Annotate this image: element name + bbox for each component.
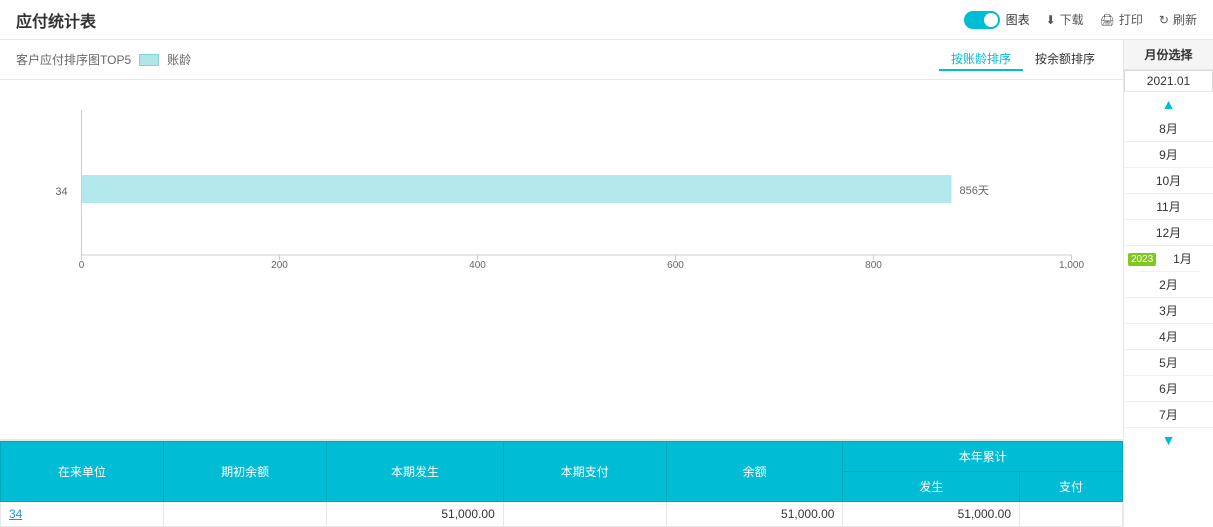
col-header-ytd: 本年累计 — [843, 442, 1123, 472]
scroll-down-arrow[interactable]: ▼ — [1124, 428, 1213, 452]
sidebar-month-7[interactable]: 7月 — [1124, 402, 1213, 428]
cell-ytd-occurrence: 51,000.00 — [843, 502, 1020, 527]
sidebar-month-10[interactable]: 10月 — [1124, 168, 1213, 194]
svg-text:200: 200 — [271, 260, 288, 271]
sidebar-month-header: 月份选择 — [1124, 40, 1213, 70]
svg-text:1,000: 1,000 — [1059, 260, 1084, 271]
sort-tabs: 按账龄排序 按余额排序 — [939, 48, 1107, 71]
header: 应付统计表 图表 ⬇ 下载 🖨 打印 ↻ 刷新 — [0, 0, 1213, 40]
svg-text:34: 34 — [55, 186, 67, 198]
year-row-2023: 2023 1月 — [1124, 246, 1213, 272]
app-container: 应付统计表 图表 ⬇ 下载 🖨 打印 ↻ 刷新 — [0, 0, 1213, 527]
sort-tab-age[interactable]: 按账龄排序 — [939, 48, 1023, 71]
download-button[interactable]: ⬇ 下载 — [1046, 11, 1084, 28]
download-icon: ⬇ — [1046, 13, 1056, 27]
sidebar-month-5[interactable]: 5月 — [1124, 350, 1213, 376]
sidebar-month-4[interactable]: 4月 — [1124, 324, 1213, 350]
col-header-opening: 期初余额 — [164, 442, 327, 502]
year-badge-2023: 2023 — [1128, 253, 1156, 266]
scroll-up-arrow[interactable]: ▲ — [1124, 92, 1213, 116]
bar-rect — [82, 175, 952, 203]
legend-text: 客户应付排序图TOP5 — [16, 51, 131, 68]
col-header-balance: 余额 — [666, 442, 843, 502]
sidebar-year-value[interactable]: 2021.01 — [1124, 70, 1213, 92]
chart-area: 客户应付排序图TOP5 账龄 按账龄排序 按余额排序 34 856天 — [0, 40, 1123, 527]
svg-text:600: 600 — [667, 260, 684, 271]
sidebar-month-11[interactable]: 11月 — [1124, 194, 1213, 220]
col-header-ytd-payment: 支付 — [1020, 472, 1123, 502]
chart-toggle[interactable] — [964, 11, 1000, 29]
col-header-ytd-occurrence: 发生 — [843, 472, 1020, 502]
chart-toggle-label: 图表 — [1006, 11, 1030, 28]
sidebar-month-12[interactable]: 12月 — [1124, 220, 1213, 246]
chart-toggle-wrap: 图表 — [964, 11, 1030, 29]
cell-payment — [503, 502, 666, 527]
refresh-icon: ↻ — [1159, 13, 1169, 27]
unit-link[interactable]: 34 — [9, 507, 22, 521]
download-label: 下载 — [1060, 11, 1084, 28]
print-label: 打印 — [1119, 11, 1143, 28]
sidebar-month-3[interactable]: 3月 — [1124, 298, 1213, 324]
print-button[interactable]: 🖨 打印 — [1100, 11, 1143, 28]
svg-text:400: 400 — [469, 260, 486, 271]
sort-tab-balance[interactable]: 按余额排序 — [1023, 48, 1107, 71]
svg-text:856天: 856天 — [960, 185, 989, 197]
chart-header: 客户应付排序图TOP5 账龄 按账龄排序 按余额排序 — [0, 40, 1123, 80]
header-actions: 图表 ⬇ 下载 🖨 打印 ↻ 刷新 — [964, 11, 1197, 29]
print-icon: 🖨 — [1100, 13, 1115, 27]
chart-legend: 客户应付排序图TOP5 账龄 — [16, 51, 191, 68]
cell-balance: 51,000.00 — [666, 502, 843, 527]
svg-text:800: 800 — [865, 260, 882, 271]
refresh-label: 刷新 — [1173, 11, 1197, 28]
cell-ytd-payment — [1020, 502, 1123, 527]
legend-box — [139, 54, 159, 66]
chart-canvas: 34 856天 0 200 400 600 800 1,000 — [0, 80, 1123, 439]
sidebar-month-9[interactable]: 9月 — [1124, 142, 1213, 168]
bar-chart-svg: 34 856天 0 200 400 600 800 1,000 — [10, 90, 1113, 290]
sidebar-scroll: ▲ 8月 9月 10月 11月 12月 2023 1月 2月 3月 4月 5月 … — [1124, 92, 1213, 527]
col-header-occurrence: 本期发生 — [327, 442, 504, 502]
sidebar-month-2[interactable]: 2月 — [1124, 272, 1213, 298]
refresh-button[interactable]: ↻ 刷新 — [1159, 11, 1197, 28]
table-row: 34 51,000.00 51,000.00 51,000.00 — [1, 502, 1123, 527]
cell-opening — [164, 502, 327, 527]
summary-table: 在来单位 期初余额 本期发生 本期支付 余额 本年累计 发生 支付 — [0, 441, 1123, 527]
svg-text:0: 0 — [79, 260, 85, 271]
table-container: 在来单位 期初余额 本期发生 本期支付 余额 本年累计 发生 支付 — [0, 441, 1123, 527]
table-section: 在来单位 期初余额 本期发生 本期支付 余额 本年累计 发生 支付 — [0, 439, 1123, 527]
sidebar-month-6[interactable]: 6月 — [1124, 376, 1213, 402]
cell-unit: 34 — [1, 502, 164, 527]
col-header-unit: 在来单位 — [1, 442, 164, 502]
page-title: 应付统计表 — [16, 8, 96, 32]
legend-box-label: 账龄 — [167, 51, 191, 68]
right-sidebar: 月份选择 2021.01 ▲ 8月 9月 10月 11月 12月 2023 1月… — [1123, 40, 1213, 527]
main-content: 客户应付排序图TOP5 账龄 按账龄排序 按余额排序 34 856天 — [0, 40, 1213, 527]
cell-occurrence: 51,000.00 — [327, 502, 504, 527]
sidebar-month-8[interactable]: 8月 — [1124, 116, 1213, 142]
col-header-payment: 本期支付 — [503, 442, 666, 502]
